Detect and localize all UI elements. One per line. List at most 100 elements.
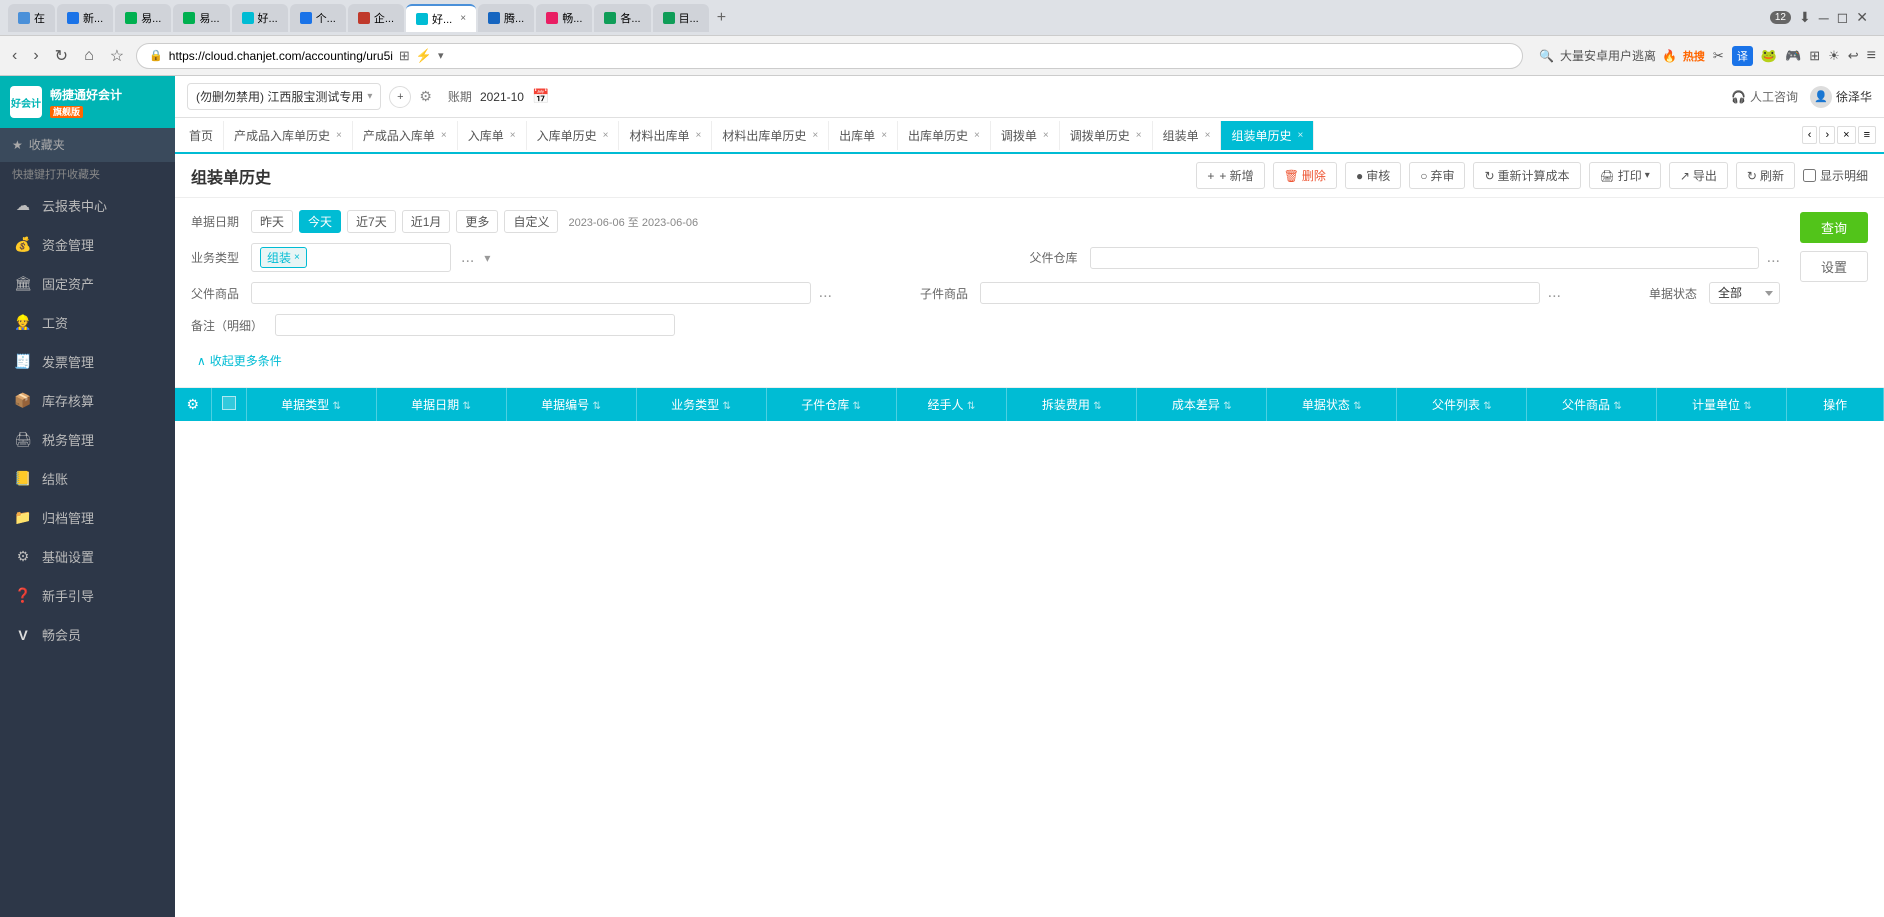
minimize-button[interactable]: ─ [1819, 10, 1829, 26]
table-gear-icon[interactable]: ⚙ [186, 396, 199, 412]
query-button[interactable]: 查询 [1800, 212, 1868, 243]
child-product-more[interactable]: ... [1548, 284, 1561, 302]
child-product-input[interactable] [980, 282, 1540, 304]
downloads-icon[interactable]: ⬇ [1799, 9, 1811, 26]
nav-tab-inbound[interactable]: 入库单 × [458, 121, 527, 150]
bill-status-select[interactable]: 全部 审核 未审核 [1709, 282, 1780, 304]
refresh-button[interactable]: ↻ 刷新 [1736, 162, 1795, 189]
dropdown-arrow[interactable]: ▾ [438, 49, 444, 62]
company-selector[interactable]: (勿删勿禁用) 江西服宝测试专用 ▾ [187, 83, 381, 110]
date-btn-7days[interactable]: 近7天 [347, 210, 396, 233]
nav-tab-assembly-history[interactable]: 组装单历史 × [1221, 121, 1314, 150]
sidebar-item-payroll[interactable]: 👷 工资 [0, 303, 175, 342]
delete-button[interactable]: 🗑 删除 [1273, 162, 1337, 189]
date-btn-yesterday[interactable]: 昨天 [251, 210, 293, 233]
emoji-icon[interactable]: 🐸 [1761, 48, 1777, 64]
th-unit[interactable]: 计量单位 ⇅ [1657, 388, 1787, 421]
nav-tab-transfer-history[interactable]: 调拨单历史 × [1060, 121, 1153, 150]
th-cost-diff[interactable]: 成本差异 ⇅ [1137, 388, 1267, 421]
sidebar-item-guide[interactable]: ❓ 新手引导 [0, 576, 175, 615]
new-tab-button[interactable]: + [711, 9, 732, 27]
nav-tab-transfer-close[interactable]: × [1043, 130, 1049, 141]
print-button[interactable]: 🖨 打印 ▾ [1589, 162, 1661, 189]
business-type-more-dots[interactable]: ... [461, 249, 474, 267]
parent-product-more[interactable]: ... [819, 284, 832, 302]
collapse-button[interactable]: ∧ 收起更多条件 [197, 352, 282, 369]
nav-tab-outbound[interactable]: 出库单 × [829, 121, 898, 150]
th-bill-date[interactable]: 单据日期 ⇅ [376, 388, 506, 421]
tabs-left-arrow[interactable]: ‹ [1802, 126, 1818, 144]
th-checkbox[interactable] [211, 388, 246, 421]
browser-tab-12[interactable]: 目... [653, 4, 709, 32]
setup-button[interactable]: 设置 [1800, 251, 1868, 282]
display-detail-checkbox[interactable]: 显示明细 [1803, 167, 1868, 184]
tag-remove-button[interactable]: × [294, 252, 300, 263]
undo-icon[interactable]: ↩ [1848, 48, 1859, 64]
browser-tab-7[interactable]: 企... [348, 4, 404, 32]
th-parent-list[interactable]: 父件列表 ⇅ [1397, 388, 1527, 421]
nav-tab-transfer[interactable]: 调拨单 × [991, 121, 1060, 150]
favorites-section[interactable]: ★ 收藏夹 [0, 128, 175, 162]
sidebar-item-closing[interactable]: 📒 结账 [0, 459, 175, 498]
browser-tab-9[interactable]: 腾... [478, 4, 534, 32]
back-button[interactable]: ‹ [8, 43, 21, 69]
nav-tab-inbound-history-close[interactable]: × [603, 130, 609, 141]
sidebar-item-tax[interactable]: 🖨 税务管理 [0, 420, 175, 459]
browser-tab-3[interactable]: 易... [115, 4, 171, 32]
nav-tab-finished[interactable]: 产成品入库单 × [353, 121, 458, 150]
th-business-type[interactable]: 业务类型 ⇅ [636, 388, 766, 421]
browser-tab-4[interactable]: 易... [173, 4, 229, 32]
nav-tab-material-out-history[interactable]: 材料出库单历史 × [712, 121, 829, 150]
nav-tab-assembly-close[interactable]: × [1205, 130, 1211, 141]
tabs-right-arrow[interactable]: › [1819, 126, 1835, 144]
nav-tab-inbound-close[interactable]: × [510, 130, 516, 141]
calendar-icon[interactable]: 📅 [532, 88, 549, 105]
browser-tab-5[interactable]: 好... [232, 4, 288, 32]
tab-options[interactable]: ≡ [1858, 126, 1876, 144]
nav-tab-finished-history[interactable]: 产成品入库单历史 × [224, 121, 353, 150]
browser-tab-1[interactable]: 在 [8, 4, 55, 32]
sidebar-item-archive[interactable]: 📁 归档管理 [0, 498, 175, 537]
date-btn-today[interactable]: 今天 [299, 210, 341, 233]
browser-tab-10[interactable]: 畅... [536, 4, 592, 32]
business-type-dropdown[interactable]: ▾ [484, 251, 490, 265]
forward-button[interactable]: › [29, 43, 42, 69]
translate-icon[interactable]: 译 [1732, 46, 1753, 66]
th-child-warehouse[interactable]: 子件仓库 ⇅ [766, 388, 896, 421]
nav-tab-finished-history-close[interactable]: × [336, 130, 342, 141]
bookmark-button[interactable]: ☆ [106, 42, 128, 70]
extension-icon[interactable]: ⚡ [416, 48, 432, 64]
export-button[interactable]: ↗ 导出 [1669, 162, 1728, 189]
grid-icon[interactable]: ⊞ [1809, 48, 1820, 64]
browser-tab-11[interactable]: 各... [594, 4, 650, 32]
company-add-button[interactable]: + [389, 86, 411, 108]
browser-tab-2[interactable]: 新... [57, 4, 113, 32]
sidebar-item-fund[interactable]: 💰 资金管理 [0, 225, 175, 264]
nav-tab-material-out-history-close[interactable]: × [812, 130, 818, 141]
display-detail-input[interactable] [1803, 169, 1816, 182]
nav-tab-finished-close[interactable]: × [441, 130, 447, 141]
nav-tab-inbound-history[interactable]: 入库单历史 × [527, 121, 620, 150]
th-handler[interactable]: 经手人 ⇅ [896, 388, 1007, 421]
close-button[interactable]: ✕ [1856, 9, 1868, 26]
menu-icon[interactable]: ≡ [1867, 47, 1876, 65]
sidebar-item-assets[interactable]: 🏛 固定资产 [0, 264, 175, 303]
remarks-input[interactable] [275, 314, 675, 336]
date-btn-more[interactable]: 更多 [456, 210, 498, 233]
parent-warehouse-input[interactable] [1090, 247, 1759, 269]
company-settings-button[interactable]: ⚙ [419, 88, 432, 105]
parent-warehouse-more[interactable]: ... [1767, 249, 1780, 267]
th-bill-status[interactable]: 单据状态 ⇅ [1267, 388, 1397, 421]
maximize-button[interactable]: ◻ [1837, 9, 1849, 26]
sidebar-item-settings[interactable]: ⚙ 基础设置 [0, 537, 175, 576]
scissors-icon[interactable]: ✂ [1713, 48, 1724, 64]
browser-tab-6[interactable]: 个... [290, 4, 346, 32]
browser-tab-active[interactable]: 好... × [406, 4, 476, 32]
qr-icon[interactable]: ⊞ [399, 48, 410, 64]
tab-close-active[interactable]: × [460, 13, 466, 24]
sidebar-item-cloud-reports[interactable]: ☁ 云报表中心 [0, 186, 175, 225]
date-btn-1month[interactable]: 近1月 [402, 210, 451, 233]
nav-tab-outbound-close[interactable]: × [881, 130, 887, 141]
date-btn-custom[interactable]: 自定义 [504, 210, 558, 233]
nav-tab-material-out-close[interactable]: × [695, 130, 701, 141]
